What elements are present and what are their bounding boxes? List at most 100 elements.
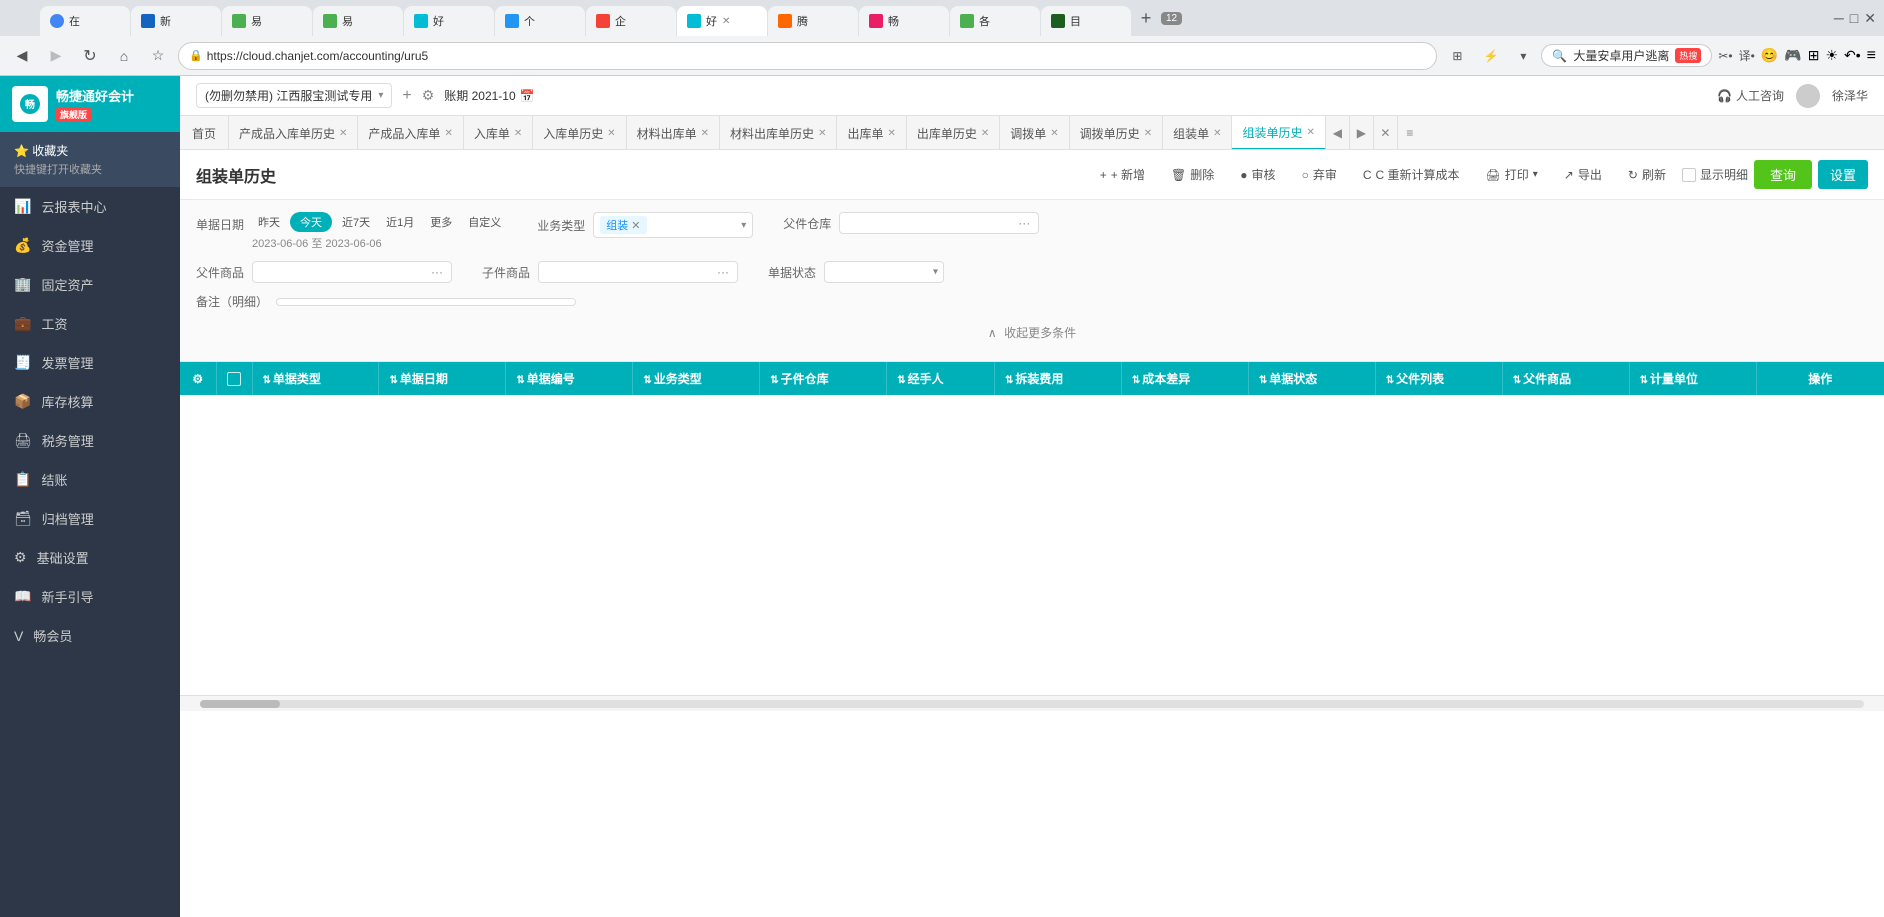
- refresh-button[interactable]: ↻ 刷新: [1618, 162, 1676, 187]
- company-selector[interactable]: (勿删勿禁用) 江西服宝测试专用 ▾: [196, 83, 392, 108]
- tabs-nav-next[interactable]: ▶: [1350, 116, 1374, 150]
- query-button[interactable]: 查询: [1754, 160, 1812, 189]
- yesterday-btn[interactable]: 昨天: [252, 212, 286, 232]
- col-parent-list[interactable]: ⇅父件列表: [1375, 362, 1502, 395]
- nav-tab-4[interactable]: 入库单历史 ✕: [533, 116, 626, 150]
- browser-tab-11[interactable]: 各: [950, 6, 1040, 36]
- menu-btn[interactable]: ≡: [1867, 47, 1876, 65]
- col-settings[interactable]: ⚙: [180, 362, 216, 395]
- col-bill-no[interactable]: ⇅单据编号: [506, 362, 633, 395]
- parent-goods-input[interactable]: ···: [252, 261, 452, 283]
- bottom-scrollbar[interactable]: [180, 695, 1884, 711]
- sidebar-item-invoice[interactable]: 🧾 发票管理: [0, 343, 180, 382]
- parent-goods-dots[interactable]: ···: [431, 265, 443, 279]
- more-input-dots[interactable]: ···: [1018, 216, 1030, 230]
- cut-btn[interactable]: ✂•: [1718, 49, 1732, 63]
- star-btn[interactable]: ☆: [144, 42, 172, 70]
- tab-close[interactable]: ✕: [514, 128, 522, 139]
- new-tab-button[interactable]: +: [1132, 4, 1160, 32]
- tab-close[interactable]: ✕: [444, 128, 452, 139]
- more-btn[interactable]: 更多: [424, 212, 458, 232]
- reload-btn[interactable]: ↻: [76, 42, 104, 70]
- sidebar-item-asset[interactable]: 🏢 固定资产: [0, 265, 180, 304]
- week-btn[interactable]: 近7天: [336, 212, 376, 232]
- undo-btn[interactable]: ↶•: [1844, 47, 1861, 64]
- col-parent-goods[interactable]: ⇅父件商品: [1502, 362, 1629, 395]
- nav-tab-home[interactable]: 首页: [180, 116, 229, 150]
- sidebar-item-settle[interactable]: 📋 结账: [0, 460, 180, 499]
- sidebar-item-fund[interactable]: 💰 资金管理: [0, 226, 180, 265]
- translate-btn[interactable]: 译•: [1739, 47, 1755, 64]
- col-child-warehouse[interactable]: ⇅子件仓库: [760, 362, 887, 395]
- custom-btn[interactable]: 自定义: [462, 212, 507, 232]
- tab-close-btn[interactable]: ✕: [722, 16, 730, 27]
- tab-close[interactable]: ✕: [1144, 128, 1152, 139]
- period-selector[interactable]: 账期 2021-10 📅: [444, 87, 534, 104]
- col-bill-status[interactable]: ⇅单据状态: [1248, 362, 1375, 395]
- month-btn[interactable]: 近1月: [380, 212, 420, 232]
- tab-close[interactable]: ✕: [701, 128, 709, 139]
- col-cost-diff[interactable]: ⇅成本差异: [1121, 362, 1248, 395]
- tag-remove-btn[interactable]: ✕: [631, 219, 640, 232]
- nav-tab-2[interactable]: 产成品入库单 ✕: [358, 116, 463, 150]
- sidebar-item-reports[interactable]: 📊 云报表中心: [0, 187, 180, 226]
- nav-tab-10[interactable]: 调拨单历史 ✕: [1070, 116, 1163, 150]
- display-detail-checkbox[interactable]: 显示明细: [1682, 166, 1748, 183]
- add-button[interactable]: + + 新增: [1090, 162, 1155, 187]
- sidebar-item-archive[interactable]: 🗃 归档管理: [0, 499, 180, 538]
- minimize-btn[interactable]: ─: [1834, 10, 1844, 26]
- select-all-checkbox[interactable]: [227, 372, 241, 386]
- nav-tab-7[interactable]: 出库单 ✕: [837, 116, 906, 150]
- nav-tab-5[interactable]: 材料出库单 ✕: [627, 116, 720, 150]
- print-button[interactable]: 🖨 打印 ▾: [1476, 162, 1548, 187]
- child-goods-input[interactable]: ···: [538, 261, 738, 283]
- tab-close[interactable]: ✕: [607, 128, 615, 139]
- browser-tab-5[interactable]: 好: [404, 6, 494, 36]
- nav-tab-8[interactable]: 出库单历史 ✕: [907, 116, 1000, 150]
- sidebar-item-tax[interactable]: 🖨 税务管理: [0, 421, 180, 460]
- emoji-btn[interactable]: 😊: [1761, 47, 1778, 64]
- col-business-type[interactable]: ⇅业务类型: [633, 362, 760, 395]
- tab-close[interactable]: ✕: [887, 128, 895, 139]
- col-checkbox[interactable]: [216, 362, 252, 395]
- tab-close[interactable]: ✕: [339, 128, 347, 139]
- browser-tab-2[interactable]: 新: [131, 6, 221, 36]
- search-bar[interactable]: 🔍 大量安卓用户逃离 热搜: [1541, 44, 1712, 67]
- browser-tab-12[interactable]: 目: [1041, 6, 1131, 36]
- close-btn[interactable]: ✕: [1864, 10, 1876, 27]
- tabs-nav-prev[interactable]: ◀: [1326, 116, 1350, 150]
- tabs-menu[interactable]: ≡: [1398, 116, 1422, 150]
- dropdown-btn[interactable]: ▾: [1511, 42, 1535, 70]
- sidebar-item-guide[interactable]: 📖 新手引导: [0, 577, 180, 616]
- nav-tab-9[interactable]: 调拨单 ✕: [1000, 116, 1069, 150]
- extensions-btn[interactable]: ⊞: [1443, 42, 1471, 70]
- nav-tab-3[interactable]: 入库单 ✕: [464, 116, 533, 150]
- today-btn[interactable]: 今天: [290, 212, 332, 232]
- col-disassembly-fee[interactable]: ⇅拆装费用: [994, 362, 1121, 395]
- export-button[interactable]: ↗ 导出: [1554, 162, 1612, 187]
- parent-warehouse-input[interactable]: ···: [839, 212, 1039, 234]
- active-tab-close[interactable]: ✕: [1307, 127, 1315, 138]
- nav-tab-11[interactable]: 组装单 ✕: [1163, 116, 1232, 150]
- sidebar-item-stock[interactable]: 📦 库存核算: [0, 382, 180, 421]
- nav-tab-1[interactable]: 产成品入库单历史 ✕: [229, 116, 358, 150]
- delete-button[interactable]: 🗑 删除: [1161, 162, 1224, 187]
- maximize-btn[interactable]: □: [1850, 10, 1858, 26]
- tab-close[interactable]: ✕: [818, 128, 826, 139]
- gear-btn[interactable]: ⚙: [422, 87, 435, 104]
- sun-btn[interactable]: ☀: [1825, 47, 1838, 64]
- scrollbar-thumb[interactable]: [200, 700, 280, 708]
- address-bar[interactable]: 🔒 https://cloud.chanjet.com/accounting/u…: [178, 42, 1437, 70]
- col-bill-type[interactable]: ⇅单据类型: [252, 362, 379, 395]
- child-goods-dots[interactable]: ···: [717, 265, 729, 279]
- scrollbar-track[interactable]: [200, 700, 1864, 708]
- tab-close[interactable]: ✕: [1213, 128, 1221, 139]
- settings-button[interactable]: 设置: [1818, 160, 1868, 189]
- browser-tab-10[interactable]: 畅: [859, 6, 949, 36]
- sidebar-item-settings[interactable]: ⚙ 基础设置: [0, 538, 180, 577]
- sidebar-item-member[interactable]: V 畅会员: [0, 616, 180, 655]
- business-type-input[interactable]: 组装 ✕ ▾: [593, 212, 753, 238]
- abandon-button[interactable]: ○ 弃审: [1292, 162, 1347, 187]
- col-handler[interactable]: ⇅经手人: [887, 362, 995, 395]
- tabs-close-all[interactable]: ✕: [1374, 116, 1398, 150]
